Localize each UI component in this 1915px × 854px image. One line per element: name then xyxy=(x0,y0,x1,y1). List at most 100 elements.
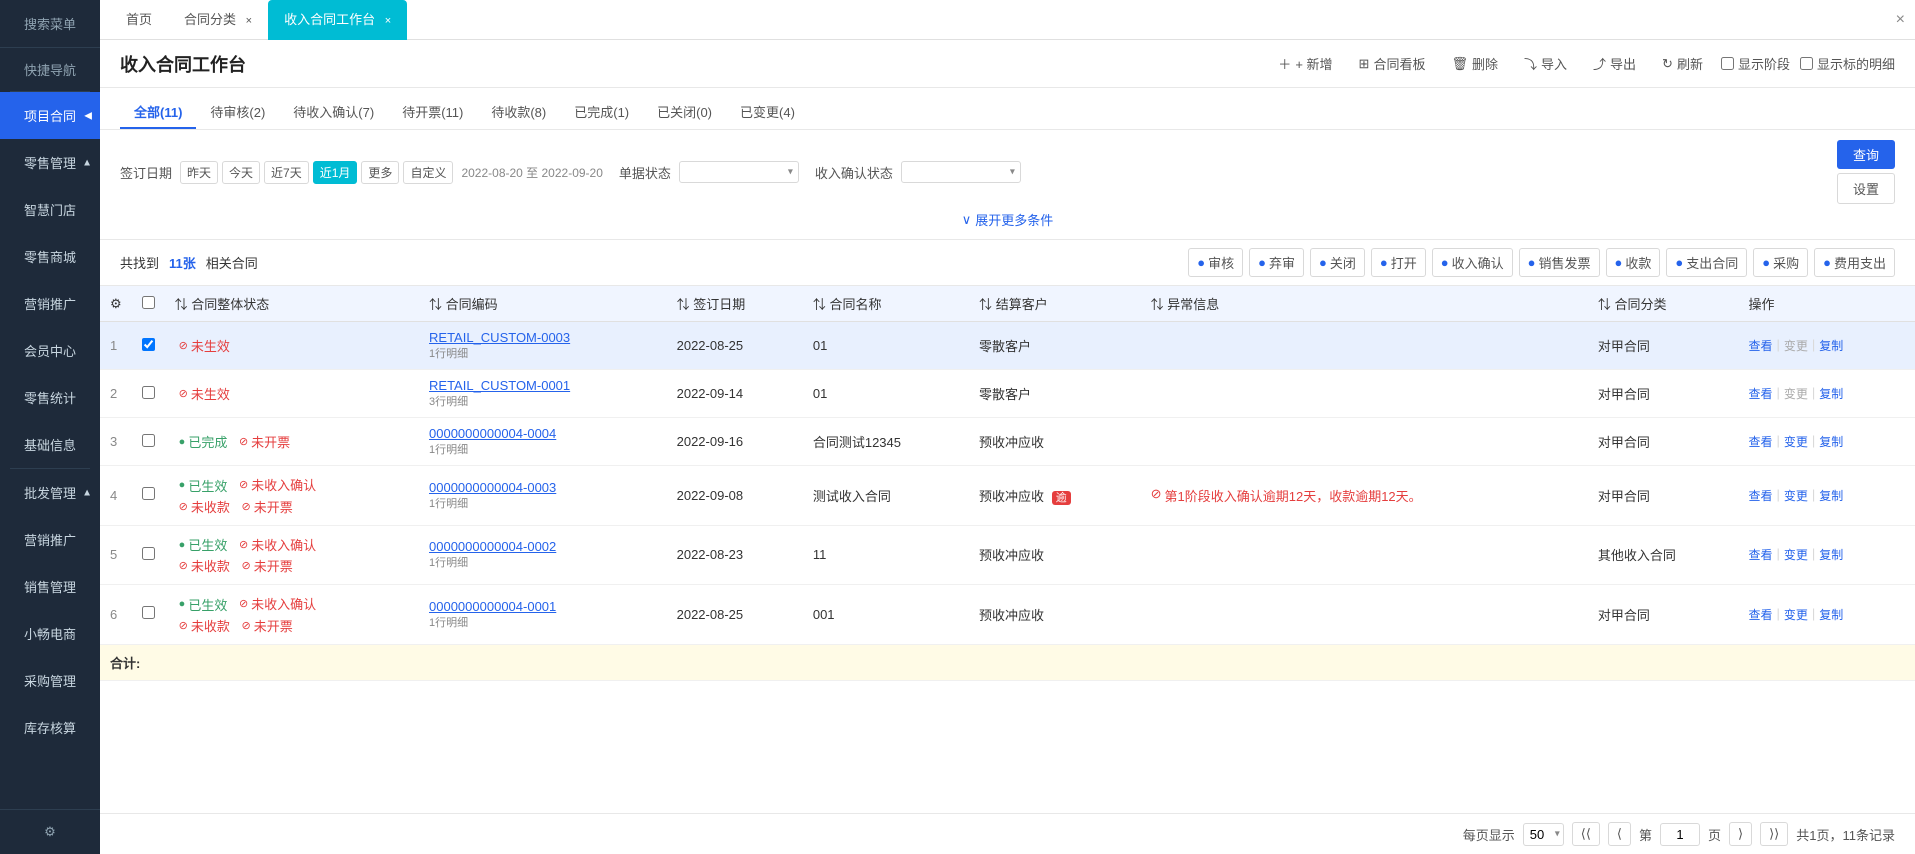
sidebar-item-sales-mgmt[interactable]: 销售管理 xyxy=(0,563,100,610)
window-close-icon[interactable]: × xyxy=(1896,11,1905,29)
row-checkbox[interactable] xyxy=(142,386,155,399)
col-checkbox[interactable] xyxy=(132,286,165,322)
sidebar-item-marketing[interactable]: 营销推广 xyxy=(0,280,100,327)
row-checkbox[interactable] xyxy=(142,547,155,560)
view-btn[interactable]: 查看 xyxy=(1748,385,1772,402)
copy-btn[interactable]: 复制 xyxy=(1819,546,1843,563)
copy-btn[interactable]: 复制 xyxy=(1819,433,1843,450)
sales-invoice-btn[interactable]: ● 销售发票 xyxy=(1519,248,1600,277)
next-page-btn[interactable]: ⟩ xyxy=(1729,822,1752,846)
copy-btn[interactable]: 复制 xyxy=(1819,606,1843,623)
contract-code-link[interactable]: RETAIL_CUSTOM-0001 xyxy=(429,378,570,393)
first-page-btn[interactable]: ⟨⟨ xyxy=(1572,822,1600,846)
settings-button[interactable]: 设置 xyxy=(1837,173,1895,204)
contract-code-link[interactable]: 0000000000004-0002 xyxy=(429,539,556,554)
row-checkbox[interactable] xyxy=(142,487,155,500)
filter-tab-pending-collection[interactable]: 待收款(8) xyxy=(477,96,560,129)
expense-out-btn[interactable]: ● 费用支出 xyxy=(1814,248,1895,277)
sidebar-item-inventory[interactable]: 库存核算 xyxy=(0,704,100,751)
doc-status-select[interactable] xyxy=(679,161,799,183)
view-btn[interactable]: 查看 xyxy=(1748,337,1772,354)
close-btn[interactable]: ● 关闭 xyxy=(1310,248,1365,277)
sidebar-item-xiaoyang[interactable]: 小畅电商 xyxy=(0,610,100,657)
cell-checkbox[interactable] xyxy=(132,418,165,466)
row-checkbox[interactable] xyxy=(142,606,155,619)
sidebar-item-project[interactable]: 项目合同 ◀ xyxy=(0,92,100,139)
filter-tab-pending-invoice[interactable]: 待开票(11) xyxy=(388,96,477,129)
page-input[interactable] xyxy=(1660,823,1700,846)
select-all-checkbox[interactable] xyxy=(142,296,155,309)
filter-tab-changed[interactable]: 已变更(4) xyxy=(726,96,809,129)
income-confirm-btn[interactable]: ● 收入确认 xyxy=(1432,248,1513,277)
show-details-checkbox-label[interactable]: 显示标的明细 xyxy=(1800,54,1895,73)
cell-checkbox[interactable] xyxy=(132,322,165,370)
tab-contract-cat[interactable]: 合同分类 × xyxy=(168,0,268,40)
show-details-checkbox[interactable] xyxy=(1800,57,1813,70)
copy-btn[interactable]: 复制 xyxy=(1819,337,1843,354)
delete-button[interactable]: 🗑 删除 xyxy=(1443,50,1506,77)
income-confirm-select[interactable] xyxy=(901,161,1021,183)
review-btn[interactable]: ● 审核 xyxy=(1188,248,1243,277)
import-button[interactable]: ⤵ 导入 xyxy=(1516,50,1575,77)
expand-btn[interactable]: ∨ 展开更多条件 xyxy=(962,210,1054,229)
sidebar-item-retail-stat[interactable]: 零售统计 xyxy=(0,374,100,421)
date-btn-7days[interactable]: 近7天 xyxy=(264,161,309,184)
view-btn[interactable]: 查看 xyxy=(1748,546,1772,563)
change-btn[interactable]: 变更 xyxy=(1784,546,1808,563)
filter-tab-pending-income[interactable]: 待收入确认(7) xyxy=(279,96,388,129)
cell-checkbox[interactable] xyxy=(132,466,165,526)
sidebar-search[interactable]: 搜索菜单 xyxy=(0,0,100,48)
tab-income-workbench-close[interactable]: × xyxy=(385,15,391,27)
kanban-button[interactable]: ⊞ 合同看板 xyxy=(1351,50,1434,77)
tab-income-workbench[interactable]: 收入合同工作台 × xyxy=(268,0,407,40)
date-btn-more[interactable]: 更多 xyxy=(361,161,399,184)
tab-contract-cat-close[interactable]: × xyxy=(246,15,252,27)
sidebar-item-retail-mgmt[interactable]: 零售管理 ▲ xyxy=(0,139,100,186)
change-btn[interactable]: 变更 xyxy=(1784,337,1808,354)
abandon-btn[interactable]: ● 弃审 xyxy=(1249,248,1304,277)
date-btn-yesterday[interactable]: 昨天 xyxy=(180,161,218,184)
col-settings[interactable]: ⚙ xyxy=(100,286,132,322)
view-btn[interactable]: 查看 xyxy=(1748,487,1772,504)
sidebar-item-member[interactable]: 会员中心 xyxy=(0,327,100,374)
row-checkbox[interactable] xyxy=(142,338,155,351)
query-button[interactable]: 查询 xyxy=(1837,140,1895,169)
last-page-btn[interactable]: ⟩⟩ xyxy=(1760,822,1788,846)
view-btn[interactable]: 查看 xyxy=(1748,606,1772,623)
filter-tab-closed[interactable]: 已关闭(0) xyxy=(643,96,726,129)
contract-code-link[interactable]: 0000000000004-0003 xyxy=(429,480,556,495)
view-btn[interactable]: 查看 xyxy=(1748,433,1772,450)
row-checkbox[interactable] xyxy=(142,434,155,447)
purchase-btn[interactable]: ● 采购 xyxy=(1753,248,1808,277)
open-btn[interactable]: ● 打开 xyxy=(1371,248,1426,277)
show-fields-checkbox-label[interactable]: 显示阶段 xyxy=(1721,54,1790,73)
collection-btn[interactable]: ● 收款 xyxy=(1606,248,1661,277)
change-btn[interactable]: 变更 xyxy=(1784,385,1808,402)
per-page-select[interactable]: 50 xyxy=(1523,823,1564,846)
sidebar-item-retail-mall[interactable]: 零售商城 xyxy=(0,233,100,280)
copy-btn[interactable]: 复制 xyxy=(1819,487,1843,504)
cell-checkbox[interactable] xyxy=(132,525,165,585)
filter-tab-all[interactable]: 全部(11) xyxy=(120,96,196,129)
date-btn-1month[interactable]: 近1月 xyxy=(313,161,358,184)
new-button[interactable]: ＋ + 新增 xyxy=(1270,50,1340,77)
sidebar-item-purchase[interactable]: 采购管理 xyxy=(0,657,100,704)
prev-page-btn[interactable]: ⟨ xyxy=(1608,822,1631,846)
change-btn[interactable]: 变更 xyxy=(1784,487,1808,504)
sidebar-item-marketing2[interactable]: 营销推广 xyxy=(0,516,100,563)
cell-checkbox[interactable] xyxy=(132,370,165,418)
sidebar-item-wholesale[interactable]: 批发管理 ▲ xyxy=(0,469,100,516)
sidebar-item-smart-store[interactable]: 智慧门店 xyxy=(0,186,100,233)
filter-tab-done[interactable]: 已完成(1) xyxy=(560,96,643,129)
sidebar-settings[interactable]: ⚙ xyxy=(0,809,100,854)
contract-code-link[interactable]: RETAIL_CUSTOM-0003 xyxy=(429,330,570,345)
date-btn-custom[interactable]: 自定义 xyxy=(403,161,453,184)
out-contract-btn[interactable]: ● 支出合同 xyxy=(1666,248,1747,277)
refresh-button[interactable]: ↻ 刷新 xyxy=(1654,50,1711,77)
sidebar-quick-nav[interactable]: 快捷导航 xyxy=(0,48,100,91)
contract-code-link[interactable]: 0000000000004-0001 xyxy=(429,599,556,614)
tab-home[interactable]: 首页 xyxy=(110,0,168,40)
cell-checkbox[interactable] xyxy=(132,585,165,645)
contract-code-link[interactable]: 0000000000004-0004 xyxy=(429,426,556,441)
export-button[interactable]: ⤴ 导出 xyxy=(1585,50,1644,77)
